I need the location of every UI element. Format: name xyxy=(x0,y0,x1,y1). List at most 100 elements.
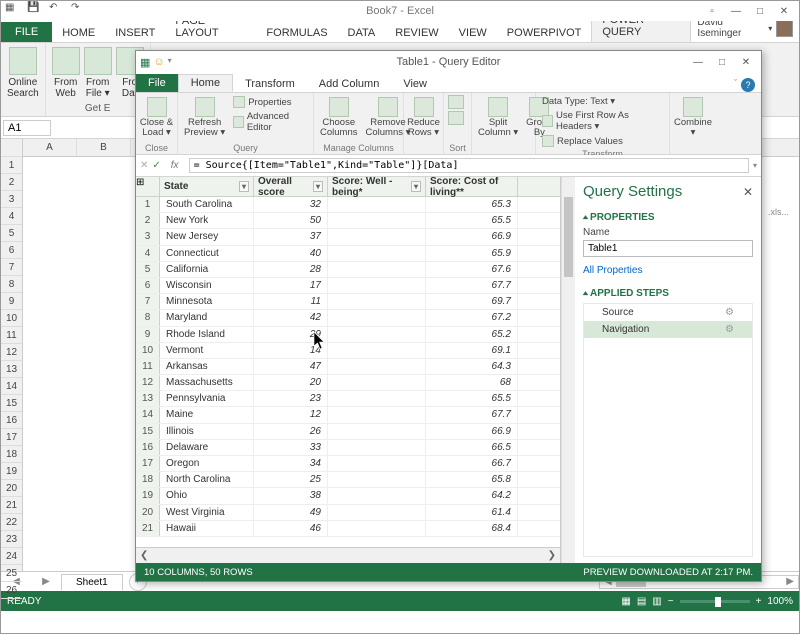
cell-state[interactable]: Rhode Island xyxy=(160,327,254,342)
cell-wellbeing[interactable] xyxy=(328,521,426,536)
cell-state[interactable]: California xyxy=(160,262,254,277)
qat-save-icon[interactable]: 💾 xyxy=(27,2,45,20)
cell-overall[interactable]: 46 xyxy=(254,521,328,536)
col-header-b[interactable]: B xyxy=(77,139,131,156)
row-header[interactable]: 11 xyxy=(1,327,22,344)
cell-wellbeing[interactable] xyxy=(328,197,426,212)
maximize-icon[interactable]: □ xyxy=(749,3,771,19)
cell-state[interactable]: New Jersey xyxy=(160,229,254,244)
tab-home[interactable]: HOME xyxy=(52,24,105,42)
formula-accept-icon[interactable]: ✓ xyxy=(152,160,160,171)
cell-state[interactable]: Maryland xyxy=(160,310,254,325)
cell-cost[interactable]: 61.4 xyxy=(426,505,518,520)
cell-cost[interactable]: 65.8 xyxy=(426,472,518,487)
cell-cost[interactable]: 65.2 xyxy=(426,327,518,342)
filter-dropdown-icon[interactable]: ▾ xyxy=(411,181,421,192)
cell-wellbeing[interactable] xyxy=(328,343,426,358)
tab-review[interactable]: REVIEW xyxy=(385,24,448,42)
cell-cost[interactable]: 66.9 xyxy=(426,424,518,439)
qe-tab-file[interactable]: File xyxy=(136,74,178,92)
cell-wellbeing[interactable] xyxy=(328,407,426,422)
row-header[interactable]: 9 xyxy=(1,293,22,310)
row-header[interactable]: 17 xyxy=(1,429,22,446)
row-header[interactable]: 21 xyxy=(1,497,22,514)
formula-cancel-icon[interactable]: ✕ xyxy=(140,160,148,171)
qe-hscroll[interactable]: ❮❯ xyxy=(136,547,560,563)
cell-state[interactable]: Pennsylvania xyxy=(160,391,254,406)
table-row[interactable]: 21Hawaii4668.4 xyxy=(136,521,560,537)
cell-wellbeing[interactable] xyxy=(328,391,426,406)
row-header[interactable]: 26 xyxy=(1,582,22,599)
view-normal-icon[interactable]: ▦ xyxy=(621,596,630,607)
row-header[interactable]: 3 xyxy=(1,191,22,208)
choose-columns-button[interactable]: Choose Columns xyxy=(318,95,360,141)
cell-overall[interactable]: 26 xyxy=(254,424,328,439)
row-header[interactable]: 8 xyxy=(1,276,22,293)
properties-section-header[interactable]: ▴PROPERTIES xyxy=(583,212,753,223)
row-header[interactable]: 20 xyxy=(1,480,22,497)
cell-overall[interactable]: 34 xyxy=(254,456,328,471)
close-load-button[interactable]: Close & Load ▾ xyxy=(140,95,173,141)
row-header[interactable]: 12 xyxy=(1,344,22,361)
cell-state[interactable]: New York xyxy=(160,213,254,228)
qe-tab-transform[interactable]: Transform xyxy=(233,76,307,92)
from-file-button[interactable]: From File ▾ xyxy=(84,47,112,99)
qe-collapse-ribbon-icon[interactable]: ˇ xyxy=(734,78,737,92)
cell-state[interactable]: Ohio xyxy=(160,488,254,503)
cell-state[interactable]: Vermont xyxy=(160,343,254,358)
applied-steps-section-header[interactable]: ▴APPLIED STEPS xyxy=(583,288,753,299)
sheet-tab[interactable]: Sheet1 xyxy=(61,574,123,590)
cell-state[interactable]: West Virginia xyxy=(160,505,254,520)
cell-wellbeing[interactable] xyxy=(328,359,426,374)
tab-view[interactable]: VIEW xyxy=(449,24,497,42)
cell-cost[interactable]: 66.7 xyxy=(426,456,518,471)
tab-powerpivot[interactable]: POWERPIVOT xyxy=(497,24,592,42)
table-row[interactable]: 12Massachusetts2068 xyxy=(136,375,560,391)
all-properties-link[interactable]: All Properties xyxy=(583,265,753,276)
cell-overall[interactable]: 32 xyxy=(254,197,328,212)
table-row[interactable]: 11Arkansas4764.3 xyxy=(136,359,560,375)
zoom-slider[interactable] xyxy=(680,600,750,603)
cell-state[interactable]: Massachusetts xyxy=(160,375,254,390)
cell-overall[interactable]: 14 xyxy=(254,343,328,358)
cell-cost[interactable]: 67.6 xyxy=(426,262,518,277)
row-header[interactable]: 2 xyxy=(1,174,22,191)
col-header-overall[interactable]: Overall score▾ xyxy=(254,177,328,196)
corner-cell[interactable]: ⊞ xyxy=(136,177,160,196)
cell-cost[interactable]: 69.1 xyxy=(426,343,518,358)
cell-wellbeing[interactable] xyxy=(328,278,426,293)
cell-wellbeing[interactable] xyxy=(328,488,426,503)
row-header[interactable]: 14 xyxy=(1,378,22,395)
cell-cost[interactable]: 66.5 xyxy=(426,440,518,455)
cell-cost[interactable]: 65.5 xyxy=(426,213,518,228)
row-header[interactable]: 16 xyxy=(1,412,22,429)
step-navigation[interactable]: Navigation⚙ xyxy=(584,321,752,338)
cell-cost[interactable]: 68 xyxy=(426,375,518,390)
combine-button[interactable]: Combine ▾ xyxy=(674,95,712,141)
tab-data[interactable]: DATA xyxy=(338,24,386,42)
table-row[interactable]: 19Ohio3864.2 xyxy=(136,488,560,504)
qe-close-icon[interactable]: ✕ xyxy=(735,54,757,70)
cell-overall[interactable]: 47 xyxy=(254,359,328,374)
view-layout-icon[interactable]: ▤ xyxy=(637,596,646,607)
name-box[interactable] xyxy=(3,120,51,136)
properties-button[interactable]: Properties xyxy=(231,95,309,109)
qe-tab-home[interactable]: Home xyxy=(178,74,233,92)
cell-wellbeing[interactable] xyxy=(328,505,426,520)
col-header-cost[interactable]: Score: Cost of living** xyxy=(426,177,518,196)
cell-overall[interactable]: 28 xyxy=(254,262,328,277)
row-header[interactable]: 23 xyxy=(1,531,22,548)
qe-vscroll[interactable] xyxy=(561,177,575,563)
row-header[interactable]: 6 xyxy=(1,242,22,259)
cell-overall[interactable]: 17 xyxy=(254,278,328,293)
cell-overall[interactable]: 40 xyxy=(254,246,328,261)
row-header[interactable]: 4 xyxy=(1,208,22,225)
split-column-button[interactable]: Split Column ▾ xyxy=(476,95,520,141)
from-web-button[interactable]: From Web xyxy=(52,47,80,99)
gear-icon[interactable]: ⚙ xyxy=(725,324,734,335)
cell-overall[interactable]: 25 xyxy=(254,472,328,487)
gear-icon[interactable]: ⚙ xyxy=(725,307,734,318)
online-search-button[interactable]: Online Search xyxy=(7,47,39,99)
cell-state[interactable]: Connecticut xyxy=(160,246,254,261)
row-header[interactable]: 5 xyxy=(1,225,22,242)
